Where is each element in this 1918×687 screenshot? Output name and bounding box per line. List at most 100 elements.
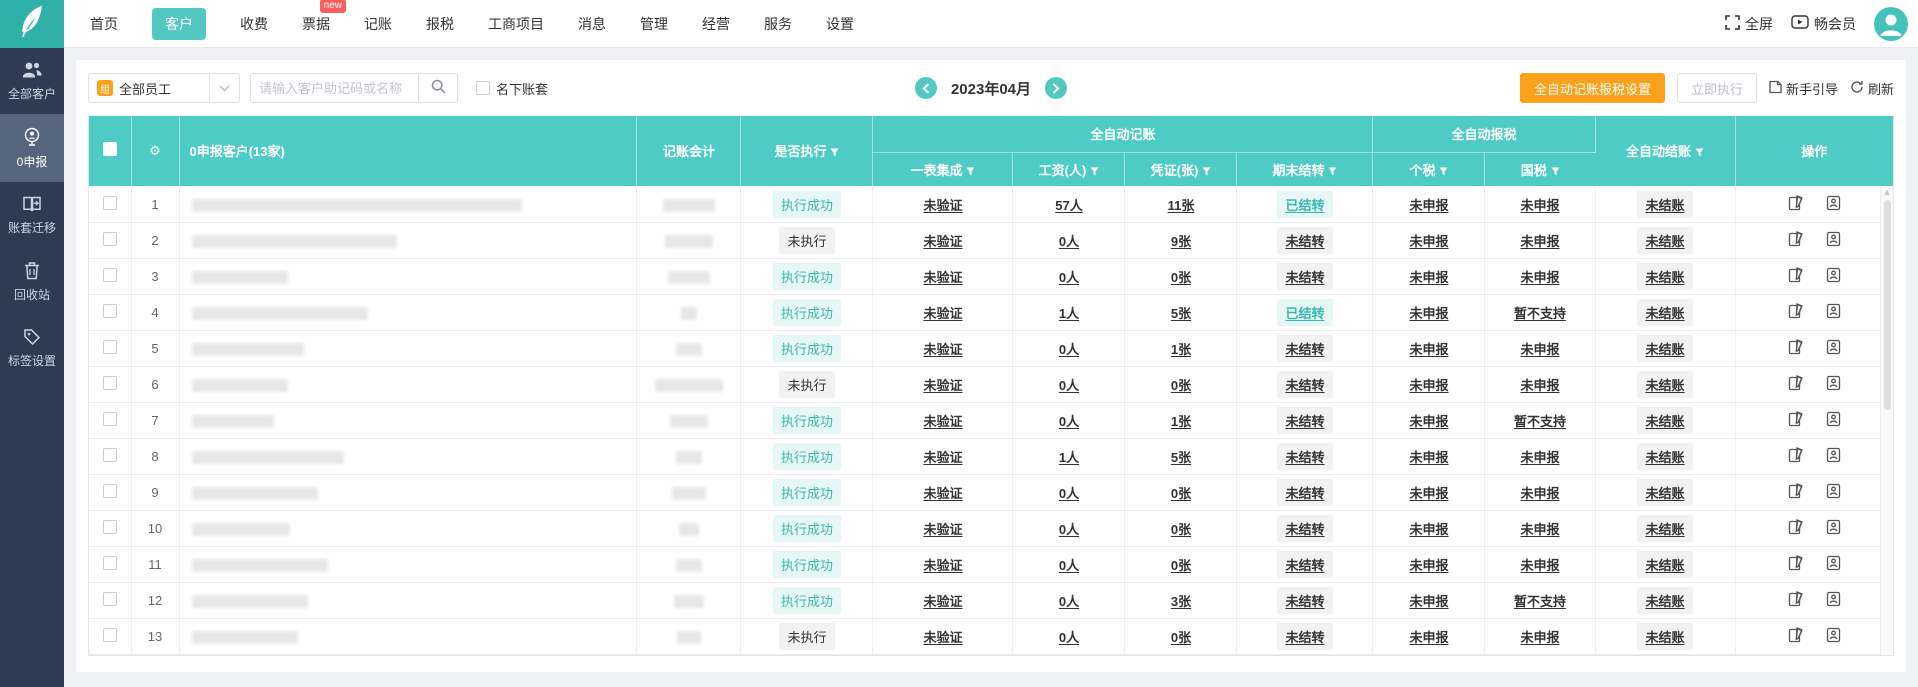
sidebar-item-账套迁移[interactable]: 账套迁移 [0,182,64,248]
table-scrollbar[interactable]: ▲ [1880,186,1893,655]
filter-funnel-icon[interactable] [1439,164,1449,179]
closing-status-link[interactable]: 未结账 [1637,586,1693,614]
app-logo[interactable] [0,0,64,48]
edit-voucher-icon[interactable] [1788,302,1804,322]
one-form-status-link[interactable]: 未验证 [923,234,962,249]
customer-name-redacted[interactable] [191,594,308,608]
filter-funnel-icon[interactable] [1090,164,1099,179]
carryover-status-link[interactable]: 未结转 [1276,370,1333,398]
edit-voucher-icon[interactable] [1788,266,1804,286]
row-checkbox[interactable] [102,519,117,534]
nav-item-工商项目[interactable]: 工商项目 [488,14,544,34]
fullscreen-button[interactable]: 全屏 [1725,14,1773,34]
customer-name-redacted[interactable] [191,198,522,212]
closing-status-link[interactable]: 未结账 [1637,622,1693,650]
closing-status-link[interactable]: 未结账 [1637,370,1693,398]
customer-file-icon[interactable] [1826,375,1841,394]
nav-item-报税[interactable]: 报税 [426,14,454,34]
customer-name-redacted[interactable] [191,414,274,428]
national-tax-status-link[interactable]: 暂不支持 [1514,306,1566,321]
customer-name-redacted[interactable] [191,450,344,464]
select-all-checkbox[interactable] [102,142,117,157]
own-accounts-filter[interactable]: 名下账套 [476,79,548,98]
search-button[interactable] [418,73,458,103]
salary-count-link[interactable]: 0人 [1059,378,1079,393]
one-form-status-link[interactable]: 未验证 [923,198,962,213]
personal-tax-status-link[interactable]: 未申报 [1409,234,1448,249]
customer-file-icon[interactable] [1826,303,1841,322]
personal-tax-status-link[interactable]: 未申报 [1409,594,1448,609]
customer-file-icon[interactable] [1826,231,1841,250]
national-tax-status-link[interactable]: 未申报 [1520,558,1559,573]
edit-voucher-icon[interactable] [1788,626,1804,646]
one-form-status-link[interactable]: 未验证 [923,486,962,501]
row-checkbox[interactable] [102,267,117,282]
customer-name-redacted[interactable] [191,486,318,500]
row-checkbox[interactable] [102,483,117,498]
carryover-status-link[interactable]: 未结转 [1276,586,1333,614]
voucher-count-link[interactable]: 0张 [1171,558,1191,573]
filter-funnel-icon[interactable] [830,145,840,160]
voucher-count-link[interactable]: 1张 [1171,414,1191,429]
carryover-status-link[interactable]: 未结转 [1276,226,1333,254]
filter-funnel-icon[interactable] [1695,145,1704,160]
nav-item-管理[interactable]: 管理 [640,14,668,34]
customer-name-redacted[interactable] [191,522,290,536]
edit-voucher-icon[interactable] [1788,338,1804,358]
customer-file-icon[interactable] [1826,627,1841,646]
personal-tax-status-link[interactable]: 未申报 [1409,342,1448,357]
salary-count-link[interactable]: 0人 [1059,270,1079,285]
employee-filter-select[interactable]: 组 全部员工 [88,73,240,103]
row-checkbox[interactable] [102,555,117,570]
edit-voucher-icon[interactable] [1788,374,1804,394]
one-form-status-link[interactable]: 未验证 [923,450,962,465]
personal-tax-status-link[interactable]: 未申报 [1409,630,1448,645]
national-tax-status-link[interactable]: 未申报 [1520,522,1559,537]
one-form-status-link[interactable]: 未验证 [923,342,962,357]
customer-name-redacted[interactable] [191,270,288,284]
row-checkbox[interactable] [102,627,117,642]
voucher-count-link[interactable]: 5张 [1171,306,1191,321]
row-checkbox[interactable] [102,411,117,426]
personal-tax-status-link[interactable]: 未申报 [1409,270,1448,285]
voucher-count-link[interactable]: 0张 [1171,522,1191,537]
salary-count-link[interactable]: 0人 [1059,342,1079,357]
next-month-button[interactable] [1045,77,1068,99]
customer-name-redacted[interactable] [191,558,328,572]
carryover-status-link[interactable]: 未结转 [1276,478,1333,506]
personal-tax-status-link[interactable]: 未申报 [1409,378,1448,393]
personal-tax-status-link[interactable]: 未申报 [1409,414,1448,429]
one-form-status-link[interactable]: 未验证 [923,594,962,609]
customer-file-icon[interactable] [1826,591,1841,610]
carryover-status-link[interactable]: 未结转 [1276,442,1333,470]
salary-count-link[interactable]: 0人 [1059,594,1079,609]
row-checkbox[interactable] [102,195,117,210]
scroll-up-icon[interactable]: ▲ [1881,186,1893,198]
national-tax-status-link[interactable]: 未申报 [1520,198,1559,213]
user-avatar[interactable] [1874,6,1908,41]
row-checkbox[interactable] [102,303,117,318]
voucher-count-link[interactable]: 0张 [1171,630,1191,645]
newbie-guide-link[interactable]: 新手引导 [1769,79,1838,98]
one-form-status-link[interactable]: 未验证 [923,630,962,645]
carryover-status-link[interactable]: 已结转 [1276,298,1333,326]
national-tax-status-link[interactable]: 暂不支持 [1514,414,1566,429]
salary-count-link[interactable]: 0人 [1059,630,1079,645]
voucher-count-link[interactable]: 0张 [1171,270,1191,285]
national-tax-status-link[interactable]: 未申报 [1520,270,1559,285]
customer-name-redacted[interactable] [191,378,288,392]
carryover-status-link[interactable]: 未结转 [1276,514,1333,542]
closing-status-link[interactable]: 未结账 [1637,226,1693,254]
nav-item-经营[interactable]: 经营 [702,14,730,34]
customer-name-redacted[interactable] [191,306,368,320]
customer-file-icon[interactable] [1826,519,1841,538]
customer-file-icon[interactable] [1826,411,1841,430]
closing-status-link[interactable]: 未结账 [1637,190,1693,218]
one-form-status-link[interactable]: 未验证 [923,306,962,321]
nav-item-票据[interactable]: 票据 new [302,0,346,34]
closing-status-link[interactable]: 未结账 [1637,298,1693,326]
voucher-count-link[interactable]: 9张 [1171,234,1191,249]
nav-item-收费[interactable]: 收费 [240,14,268,34]
member-button[interactable]: 畅会员 [1791,14,1856,34]
gear-icon[interactable]: ⚙ [149,143,161,158]
